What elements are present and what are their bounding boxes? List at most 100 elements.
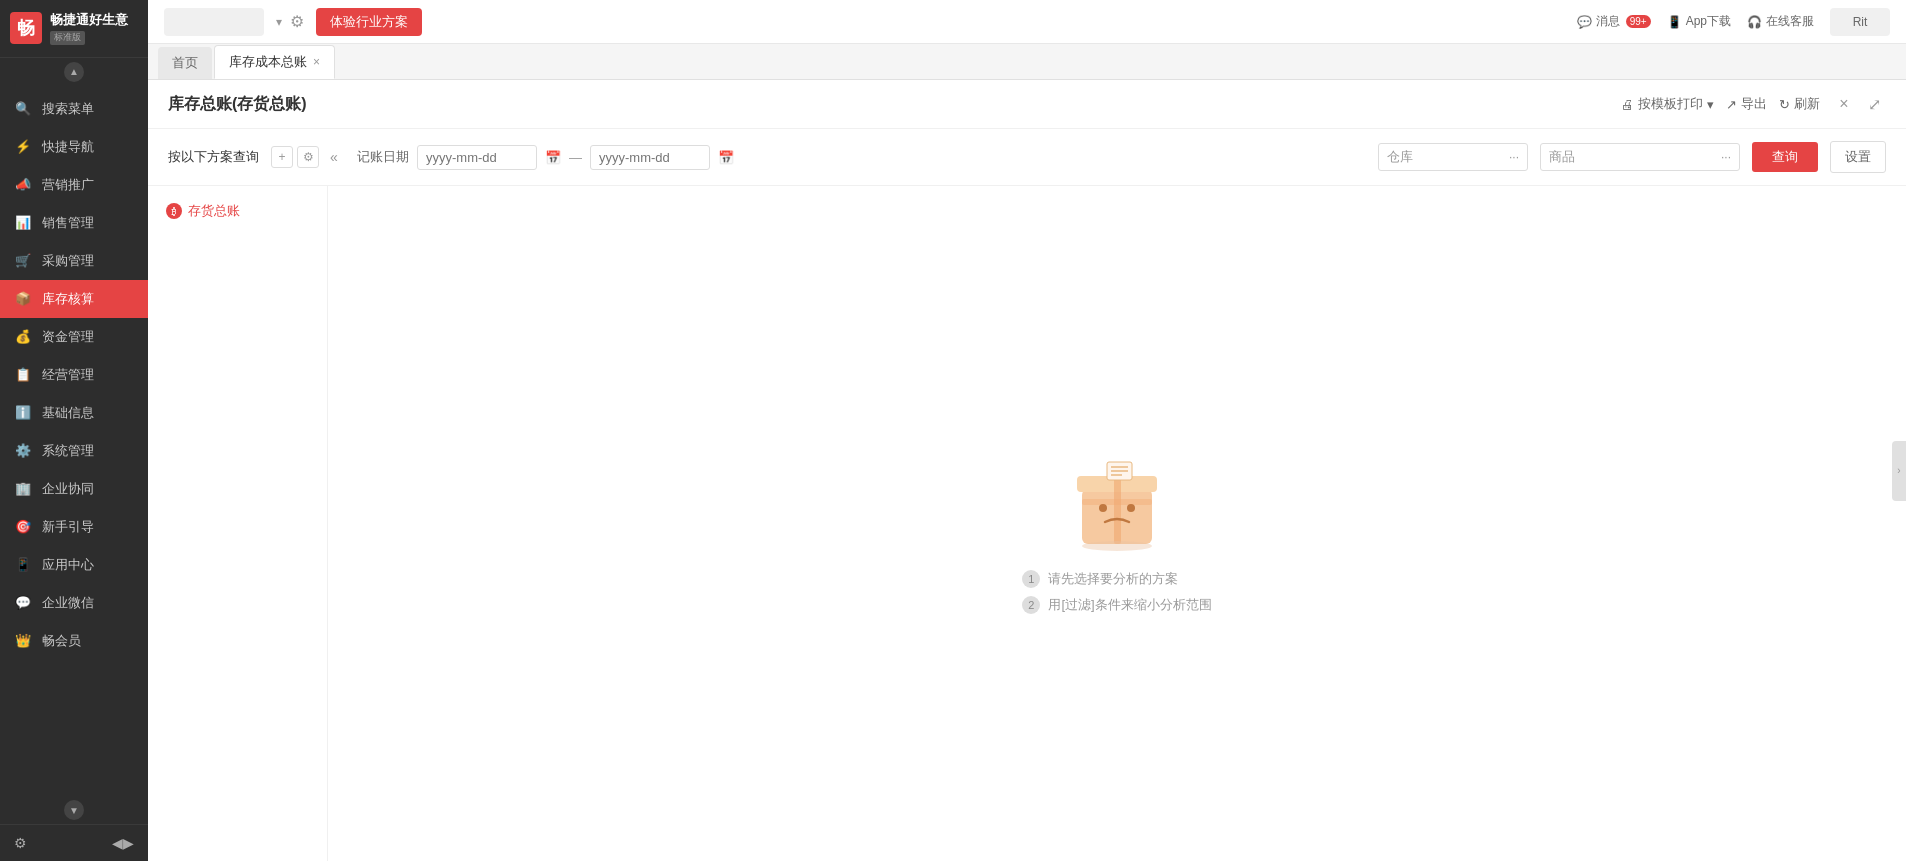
content-body: ₿ 存货总账 bbox=[148, 186, 1906, 861]
warehouse-select[interactable]: 仓库 ··· bbox=[1378, 143, 1528, 171]
online-service-label: 在线客服 bbox=[1766, 13, 1814, 30]
main-area: ▾ ⚙ 体验行业方案 💬 消息 99+ 📱 App下载 🎧 在线客服 Rit bbox=[148, 0, 1906, 861]
hint-2-num: 2 bbox=[1022, 596, 1040, 614]
calendar-end-icon[interactable]: 📅 bbox=[718, 150, 734, 165]
export-btn[interactable]: ↗ 导出 bbox=[1726, 95, 1767, 113]
filter-collapse-btn[interactable]: « bbox=[323, 146, 345, 168]
scheme-item-inventory[interactable]: ₿ 存货总账 bbox=[158, 196, 317, 226]
warehouse-more-icon: ··· bbox=[1509, 150, 1519, 164]
page-title: 库存总账(存货总账) bbox=[168, 94, 307, 115]
sidebar-item-operation[interactable]: 📋 经营管理 bbox=[0, 356, 148, 394]
sidebar-item-inventory[interactable]: 📦 库存核算 bbox=[0, 280, 148, 318]
sidebar-item-label: 营销推广 bbox=[42, 176, 94, 194]
filter-label: 按以下方案查询 bbox=[168, 148, 259, 166]
export-icon: ↗ bbox=[1726, 97, 1737, 112]
sidebar-item-sales[interactable]: 📊 销售管理 bbox=[0, 204, 148, 242]
tab-home[interactable]: 首页 bbox=[158, 47, 212, 79]
sidebar-item-label: 系统管理 bbox=[42, 442, 94, 460]
filter-settings-btn[interactable]: ⚙ bbox=[297, 146, 319, 168]
logo-icon: 畅 bbox=[10, 12, 42, 44]
empty-hint-2: 2 用[过滤]条件来缩小分析范围 bbox=[1022, 596, 1211, 614]
print-btn[interactable]: 🖨 按模板打印 ▾ bbox=[1621, 95, 1714, 113]
filter-add-btn[interactable]: + bbox=[271, 146, 293, 168]
query-button[interactable]: 查询 bbox=[1752, 142, 1818, 172]
date-end-input[interactable] bbox=[590, 145, 710, 170]
tab-active-label: 库存成本总账 bbox=[229, 53, 307, 71]
trial-button[interactable]: 体验行业方案 bbox=[316, 8, 422, 36]
page-close-btn[interactable]: × bbox=[1832, 92, 1856, 116]
gear-icon: ⚙ bbox=[303, 150, 314, 164]
settings-icon[interactable]: ⚙ bbox=[14, 835, 27, 851]
sidebar-item-purchase[interactable]: 🛒 采购管理 bbox=[0, 242, 148, 280]
calendar-start-icon[interactable]: 📅 bbox=[545, 150, 561, 165]
hint-1-text: 请先选择要分析的方案 bbox=[1048, 570, 1178, 588]
finance-icon: 💰 bbox=[14, 328, 32, 346]
sidebar-item-wechat[interactable]: 💬 企业微信 bbox=[0, 584, 148, 622]
topbar-gear-icon[interactable]: ⚙ bbox=[290, 12, 304, 31]
sidebar-item-guide[interactable]: 🎯 新手引导 bbox=[0, 508, 148, 546]
app-center-icon: 📱 bbox=[14, 556, 32, 574]
app-download-label: App下载 bbox=[1686, 13, 1731, 30]
sidebar-item-finance[interactable]: 💰 资金管理 bbox=[0, 318, 148, 356]
svg-rect-2 bbox=[1114, 476, 1121, 544]
page-expand-btn[interactable]: ⤢ bbox=[1862, 92, 1886, 116]
collapse-icon[interactable]: ◀▶ bbox=[112, 835, 134, 851]
date-start-input[interactable] bbox=[417, 145, 537, 170]
filter-date-group: 记账日期 📅 — 📅 bbox=[357, 145, 1366, 170]
print-dropdown-icon: ▾ bbox=[1707, 97, 1714, 112]
svg-rect-3 bbox=[1082, 499, 1152, 505]
sidebar-scroll-down[interactable]: ▼ bbox=[64, 800, 84, 820]
scheme-panel: ₿ 存货总账 bbox=[148, 186, 328, 861]
topbar-dropdown-icon[interactable]: ▾ bbox=[276, 15, 282, 29]
setup-button[interactable]: 设置 bbox=[1830, 141, 1886, 173]
sidebar-item-member[interactable]: 👑 畅会员 bbox=[0, 622, 148, 660]
tab-inventory-ledger[interactable]: 库存成本总账 × bbox=[214, 45, 335, 79]
svg-point-5 bbox=[1127, 504, 1135, 512]
inventory-icon: 📦 bbox=[14, 290, 32, 308]
sidebar-item-system[interactable]: ⚙️ 系统管理 bbox=[0, 432, 148, 470]
app-download-btn[interactable]: 📱 App下载 bbox=[1667, 13, 1731, 30]
empty-svg bbox=[1057, 434, 1177, 554]
sidebar-item-basic[interactable]: ℹ️ 基础信息 bbox=[0, 394, 148, 432]
sidebar-item-quick-nav[interactable]: ⚡ 快捷导航 bbox=[0, 128, 148, 166]
sidebar-logo: 畅 畅捷通好生意 标准版 bbox=[0, 0, 148, 58]
tab-close-icon[interactable]: × bbox=[313, 55, 320, 69]
empty-illustration bbox=[1057, 434, 1177, 554]
filter-icons: + ⚙ « bbox=[271, 146, 345, 168]
print-label: 按模板打印 bbox=[1638, 95, 1703, 113]
product-more-icon: ··· bbox=[1721, 150, 1731, 164]
svg-point-4 bbox=[1099, 504, 1107, 512]
product-select[interactable]: 商品 ··· bbox=[1540, 143, 1740, 171]
sidebar-item-marketing[interactable]: 📣 营销推广 bbox=[0, 166, 148, 204]
sidebar-scroll-up[interactable]: ▲ bbox=[64, 62, 84, 82]
sidebar-item-label: 搜索菜单 bbox=[42, 100, 94, 118]
page-header: 库存总账(存货总账) 🖨 按模板打印 ▾ ↗ 导出 ↻ 刷新 × ⤢ bbox=[148, 80, 1906, 129]
app-name: 畅捷通好生意 标准版 bbox=[50, 12, 128, 45]
scheme-item-label: 存货总账 bbox=[188, 202, 240, 220]
sidebar-item-label: 资金管理 bbox=[42, 328, 94, 346]
quick-nav-icon: ⚡ bbox=[14, 138, 32, 156]
logo-text-block: 畅捷通好生意 标准版 bbox=[50, 12, 128, 45]
messages-btn[interactable]: 💬 消息 99+ bbox=[1577, 13, 1651, 30]
messages-badge: 99+ bbox=[1626, 15, 1651, 28]
sidebar-item-label: 新手引导 bbox=[42, 518, 94, 536]
sidebar-item-enterprise[interactable]: 🏢 企业协同 bbox=[0, 470, 148, 508]
print-icon: 🖨 bbox=[1621, 97, 1634, 112]
content-area: 库存总账(存货总账) 🖨 按模板打印 ▾ ↗ 导出 ↻ 刷新 × ⤢ bbox=[148, 80, 1906, 861]
online-service-btn[interactable]: 🎧 在线客服 bbox=[1747, 13, 1814, 30]
sidebar-nav: 🔍 搜索菜单 ⚡ 快捷导航 📣 营销推广 📊 销售管理 🛒 采购管理 📦 库存核… bbox=[0, 86, 148, 796]
sidebar-item-search[interactable]: 🔍 搜索菜单 bbox=[0, 90, 148, 128]
message-icon: 💬 bbox=[1577, 15, 1592, 29]
topbar: ▾ ⚙ 体验行业方案 💬 消息 99+ 📱 App下载 🎧 在线客服 Rit bbox=[148, 0, 1906, 44]
sidebar: 畅 畅捷通好生意 标准版 ▲ 🔍 搜索菜单 ⚡ 快捷导航 📣 营销推广 📊 销售… bbox=[0, 0, 148, 861]
scheme-icon: ₿ bbox=[166, 203, 182, 219]
svg-point-10 bbox=[1082, 541, 1152, 551]
sidebar-item-label: 企业协同 bbox=[42, 480, 94, 498]
right-panel-toggle[interactable]: › bbox=[1892, 441, 1906, 501]
page-actions: 🖨 按模板打印 ▾ ↗ 导出 ↻ 刷新 × ⤢ bbox=[1621, 92, 1886, 116]
search-icon: 🔍 bbox=[14, 100, 32, 118]
messages-label: 消息 bbox=[1596, 13, 1620, 30]
sidebar-item-app-center[interactable]: 📱 应用中心 bbox=[0, 546, 148, 584]
user-avatar[interactable]: Rit bbox=[1830, 8, 1890, 36]
refresh-btn[interactable]: ↻ 刷新 bbox=[1779, 95, 1820, 113]
